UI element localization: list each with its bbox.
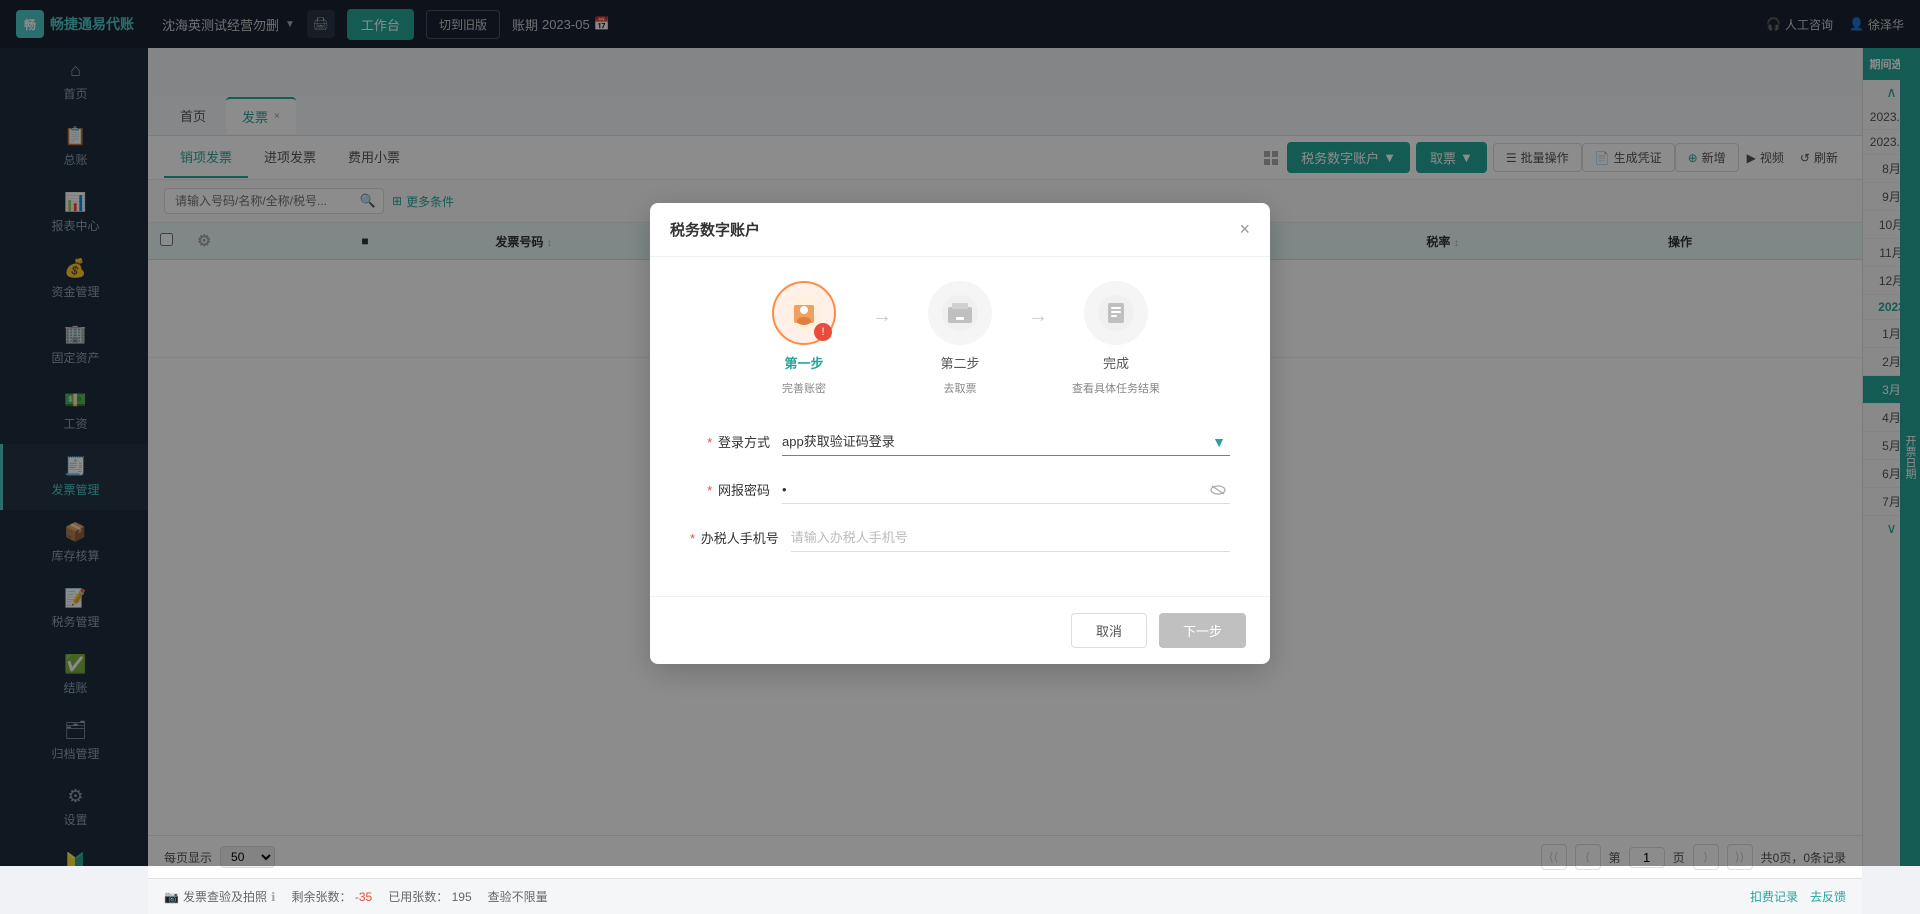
- password-eye-icon[interactable]: [1210, 482, 1226, 498]
- arrow-1: →: [864, 305, 900, 328]
- step-3-desc: 查看具体任务结果: [1072, 380, 1160, 396]
- step-2-icon-wrap: [928, 281, 992, 345]
- arrow-2: →: [1020, 305, 1056, 328]
- dialog-title: 税务数字账户: [670, 219, 760, 240]
- step-1-desc: 完善账密: [782, 380, 826, 396]
- step-1-label: 第一步: [784, 353, 823, 372]
- modal-overlay[interactable]: 税务数字账户 × ! 第一步: [0, 0, 1920, 866]
- invoice-check-label: 发票查验及拍照: [183, 888, 267, 905]
- login-method-select-wrap: app获取验证码登录 账号密码登录 ▼: [782, 428, 1230, 456]
- dialog-header: 税务数字账户 ×: [650, 203, 1270, 257]
- step-3: 完成 查看具体任务结果: [1056, 281, 1176, 396]
- invoice-check-link[interactable]: 📷 发票查验及拍照 ℹ: [164, 888, 276, 905]
- step-1-error-badge: !: [814, 323, 832, 341]
- dialog-close-button[interactable]: ×: [1239, 219, 1250, 240]
- next-button[interactable]: 下一步: [1159, 613, 1246, 648]
- recharge-link[interactable]: 扣费记录: [1750, 888, 1798, 905]
- status-bar: 📷 发票查验及拍照 ℹ 剩余张数： -35 已用张数： 195 查验不限量 扣费…: [148, 878, 1862, 914]
- tax-digital-dialog: 税务数字账户 × ! 第一步: [650, 203, 1270, 664]
- step-1: ! 第一步 完善账密: [744, 281, 864, 396]
- feedback-link[interactable]: 去反馈: [1810, 888, 1846, 905]
- info-icon: ℹ: [271, 890, 276, 904]
- used-label: 已用张数： 195: [388, 888, 471, 905]
- net-password-input[interactable]: [782, 476, 1230, 504]
- login-method-select[interactable]: app获取验证码登录 账号密码登录: [782, 428, 1230, 456]
- step-1-icon-wrap: !: [772, 281, 836, 345]
- check-unlimited-label: 查验不限量: [488, 888, 548, 905]
- steps-container: ! 第一步 完善账密 → 第: [690, 281, 1230, 396]
- taxpayer-phone-input[interactable]: [791, 524, 1230, 552]
- net-password-wrap: [782, 476, 1230, 504]
- login-method-label: * 登录方式: [690, 432, 770, 451]
- net-password-row: * 网报密码: [690, 476, 1230, 504]
- taxpayer-phone-row: * 办税人手机号: [690, 524, 1230, 552]
- dialog-body: ! 第一步 完善账密 → 第: [650, 257, 1270, 596]
- step-2-label: 第二步: [940, 353, 979, 372]
- camera-icon: 📷: [164, 890, 179, 904]
- taxpayer-phone-wrap: [791, 524, 1230, 552]
- net-password-label: * 网报密码: [690, 480, 770, 499]
- cancel-button[interactable]: 取消: [1071, 613, 1147, 648]
- step-2: 第二步 去取票: [900, 281, 1020, 396]
- remaining-label: 剩余张数： -35: [292, 888, 373, 905]
- taxpayer-phone-label: * 办税人手机号: [690, 528, 779, 547]
- step-3-icon-wrap: [1084, 281, 1148, 345]
- step-3-label: 完成: [1103, 353, 1129, 372]
- step-2-desc: 去取票: [944, 380, 977, 396]
- status-bar-right: 扣费记录 去反馈: [1750, 888, 1846, 905]
- dialog-footer: 取消 下一步: [650, 596, 1270, 664]
- login-method-row: * 登录方式 app获取验证码登录 账号密码登录 ▼: [690, 428, 1230, 456]
